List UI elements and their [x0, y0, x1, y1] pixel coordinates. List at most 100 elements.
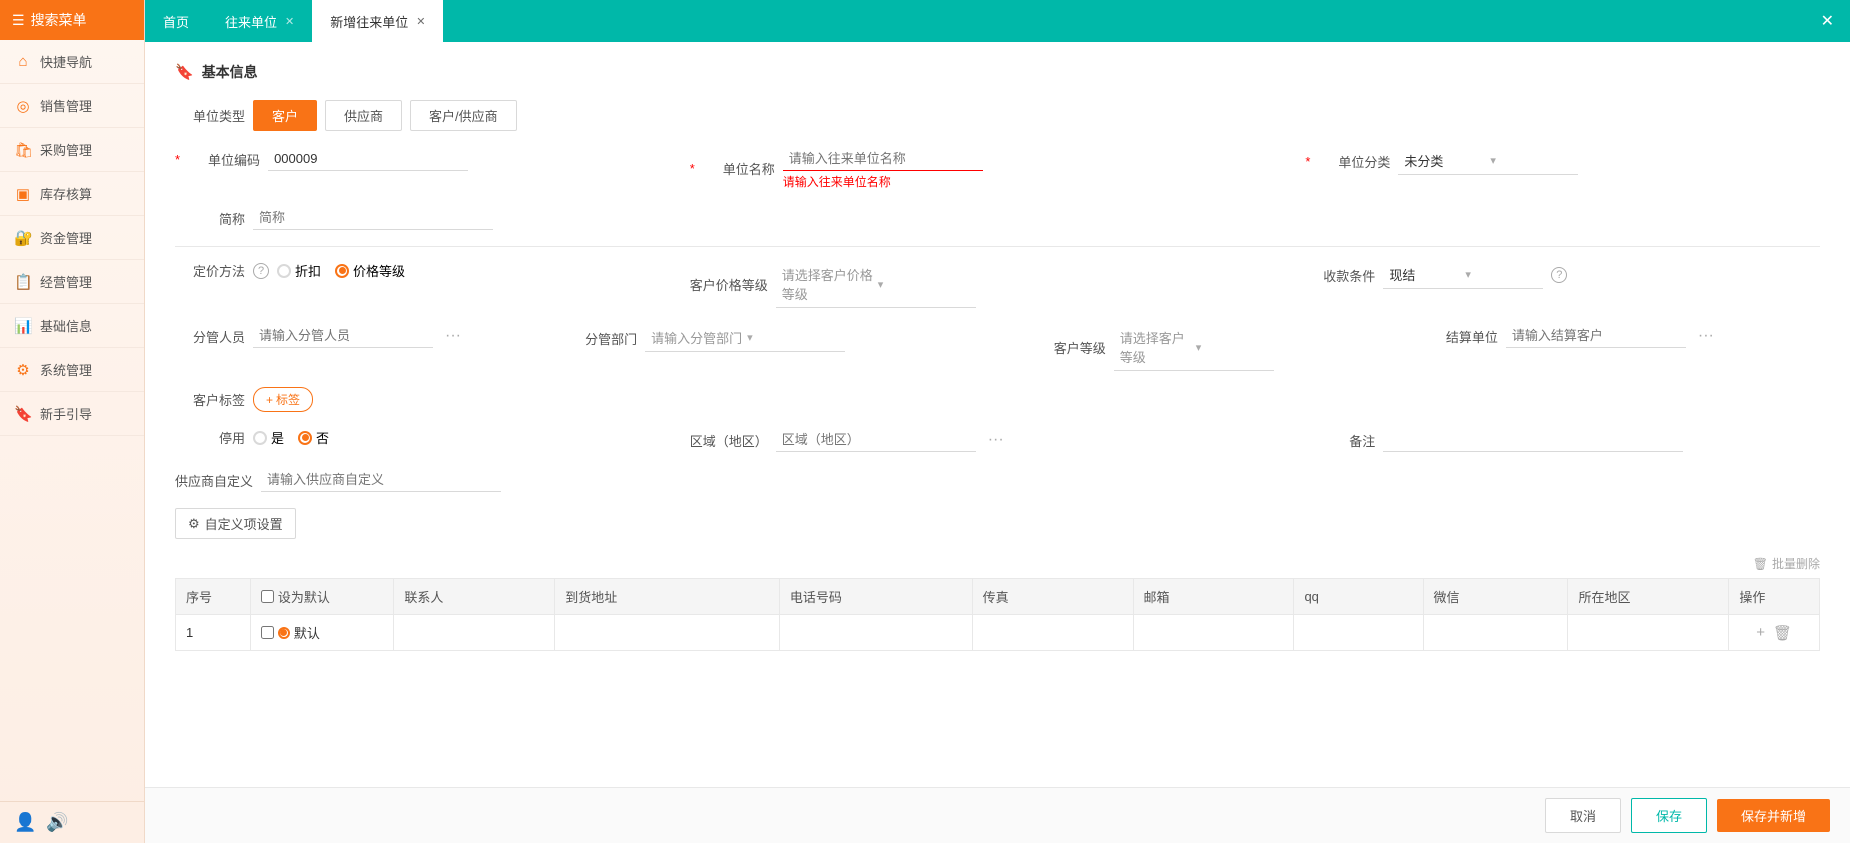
select-all-checkbox[interactable]: [261, 590, 274, 603]
phone-input[interactable]: [790, 625, 890, 640]
row-delete-btn[interactable]: 🗑: [1773, 624, 1792, 642]
manager-more-icon[interactable]: ···: [441, 327, 465, 345]
sidebar-item-system[interactable]: ⚙ 系统管理: [0, 348, 144, 392]
type-btn-supplier[interactable]: 供应商: [325, 100, 402, 131]
payment-terms-value: 现结: [1389, 265, 1461, 284]
unit-category-value: 未分类: [1404, 151, 1486, 170]
settlement-unit-more-icon[interactable]: ···: [1694, 327, 1718, 345]
manager-input[interactable]: [253, 324, 433, 348]
customer-tag-row: 客户标签 + 标签: [175, 387, 1820, 412]
pricing-discount-circle: [277, 264, 291, 278]
sidebar-item-operations[interactable]: 📋 经营管理: [0, 260, 144, 304]
short-name-input[interactable]: [253, 206, 493, 230]
home-icon: ⌂: [14, 53, 32, 70]
col-wechat: 微信: [1423, 579, 1568, 615]
pricing-radio-discount[interactable]: 折扣: [277, 261, 321, 280]
payment-help-icon[interactable]: ?: [1551, 267, 1567, 283]
pricing-help-icon[interactable]: ?: [253, 263, 269, 279]
tabbar: 首页 往来单位 ✕ 新增往来单位 ✕ ✕: [145, 0, 1850, 42]
type-btn-customer[interactable]: 客户: [253, 100, 317, 131]
default-label: 默认: [294, 623, 320, 642]
cancel-button[interactable]: 取消: [1545, 798, 1621, 833]
cell-actions: + 🗑: [1729, 615, 1820, 651]
settlement-unit-input[interactable]: [1506, 324, 1686, 348]
unit-name-label: 单位名称: [705, 159, 775, 178]
tab-new-partner[interactable]: 新增往来单位 ✕: [312, 0, 443, 42]
row-checkbox[interactable]: [261, 626, 274, 639]
save-button[interactable]: 保存: [1631, 798, 1707, 833]
tab-home[interactable]: 首页: [145, 0, 207, 42]
row-add-btn[interactable]: +: [1756, 624, 1765, 641]
customer-price-level-label: 客户价格等级: [690, 275, 768, 294]
sidebar-item-finance[interactable]: 🔐 资金管理: [0, 216, 144, 260]
fax-input[interactable]: [983, 625, 1063, 640]
tab-home-label: 首页: [163, 12, 189, 31]
sidebar-item-purchase[interactable]: 🛍 采购管理: [0, 128, 144, 172]
table-header: 序号 设为默认 联系人 到货地址 电话号码 传真 邮箱 qq: [176, 579, 1820, 615]
unit-category-required: *: [1305, 154, 1310, 169]
col-action: 操作: [1729, 579, 1820, 615]
default-radio[interactable]: [278, 627, 290, 639]
pricing-discount-label: 折扣: [295, 261, 321, 280]
unit-code-input[interactable]: [268, 147, 468, 171]
customer-price-level-select[interactable]: 请选择客户价格等级 ▾: [776, 261, 976, 308]
contact-input[interactable]: [404, 625, 484, 640]
tab-new-partner-close-icon[interactable]: ✕: [416, 15, 425, 28]
unit-type-label: 单位类型: [175, 106, 245, 125]
cell-phone: [779, 615, 972, 651]
disable-radio-group: 是 否: [253, 428, 329, 447]
disable-group: 停用 是 否: [175, 428, 690, 447]
disable-radio-no[interactable]: 否: [298, 428, 329, 447]
sidebar-item-quick-nav[interactable]: ⌂ 快捷导航: [0, 40, 144, 84]
customer-price-level-group: 客户价格等级 请选择客户价格等级 ▾: [690, 261, 1306, 308]
custom-settings-btn[interactable]: ⚙ 自定义项设置: [175, 508, 296, 539]
basic-info-icon: 📊: [14, 317, 32, 335]
section-title: 基本信息: [202, 62, 258, 82]
supplier-custom-input[interactable]: [261, 468, 501, 492]
disable-no-circle: [298, 431, 312, 445]
sidebar-item-label: 经营管理: [40, 272, 92, 291]
region-input[interactable]: [776, 428, 976, 452]
customer-level-chevron-icon: ▾: [1196, 341, 1268, 354]
sidebar-search-label: 搜索菜单: [31, 10, 87, 30]
customer-level-select[interactable]: 请选择客户等级 ▾: [1114, 324, 1274, 371]
sidebar-item-basic-info[interactable]: 📊 基础信息: [0, 304, 144, 348]
add-tag-btn[interactable]: + 标签: [253, 387, 313, 412]
region-more-icon[interactable]: ···: [984, 431, 1008, 449]
short-name-group: 简称: [175, 206, 1820, 230]
sidebar-item-inventory[interactable]: ▣ 库存核算: [0, 172, 144, 216]
department-select[interactable]: 请输入分管部门 ▾: [645, 324, 845, 352]
remark-input[interactable]: [1383, 428, 1683, 452]
save-new-button[interactable]: 保存并新增: [1717, 799, 1830, 832]
sidebar-search[interactable]: ☰ 搜索菜单: [0, 0, 144, 40]
tabbar-close-btn[interactable]: ✕: [1805, 11, 1850, 31]
batch-delete-label[interactable]: 批量删除: [1772, 555, 1820, 572]
wechat-input[interactable]: [1434, 625, 1504, 640]
disable-radio-yes[interactable]: 是: [253, 428, 284, 447]
remark-group: 备注: [1305, 428, 1820, 452]
payment-terms-select[interactable]: 现结 ▾: [1383, 261, 1543, 289]
sidebar-item-guide[interactable]: 🔖 新手引导: [0, 392, 144, 436]
address-input[interactable]: [565, 625, 685, 640]
unit-name-input[interactable]: [783, 147, 983, 171]
tab-partner-close-icon[interactable]: ✕: [285, 15, 294, 28]
type-btn-both[interactable]: 客户/供应商: [410, 100, 517, 131]
customer-level-placeholder: 请选择客户等级: [1120, 328, 1192, 366]
unit-category-chevron-icon: ▾: [1490, 154, 1572, 167]
sidebar-item-label: 采购管理: [40, 140, 92, 159]
pricing-radio-level[interactable]: 价格等级: [335, 261, 405, 280]
col-phone: 电话号码: [779, 579, 972, 615]
supplier-custom-group: 供应商自定义: [175, 468, 1820, 492]
sidebar-item-sales[interactable]: ◎ 销售管理: [0, 84, 144, 128]
type-button-group: 客户 供应商 客户/供应商: [253, 100, 517, 131]
col-address: 到货地址: [555, 579, 780, 615]
email-input[interactable]: [1144, 625, 1224, 640]
unit-category-select[interactable]: 未分类 ▾: [1398, 147, 1578, 175]
region-cell-input[interactable]: [1578, 625, 1658, 640]
col-email: 邮箱: [1133, 579, 1294, 615]
tab-partner[interactable]: 往来单位 ✕: [207, 0, 312, 42]
qq-input[interactable]: [1304, 625, 1364, 640]
inventory-icon: ▣: [14, 185, 32, 203]
tab-new-partner-label: 新增往来单位: [330, 12, 408, 31]
section-header-icon: 🔖: [175, 63, 194, 81]
